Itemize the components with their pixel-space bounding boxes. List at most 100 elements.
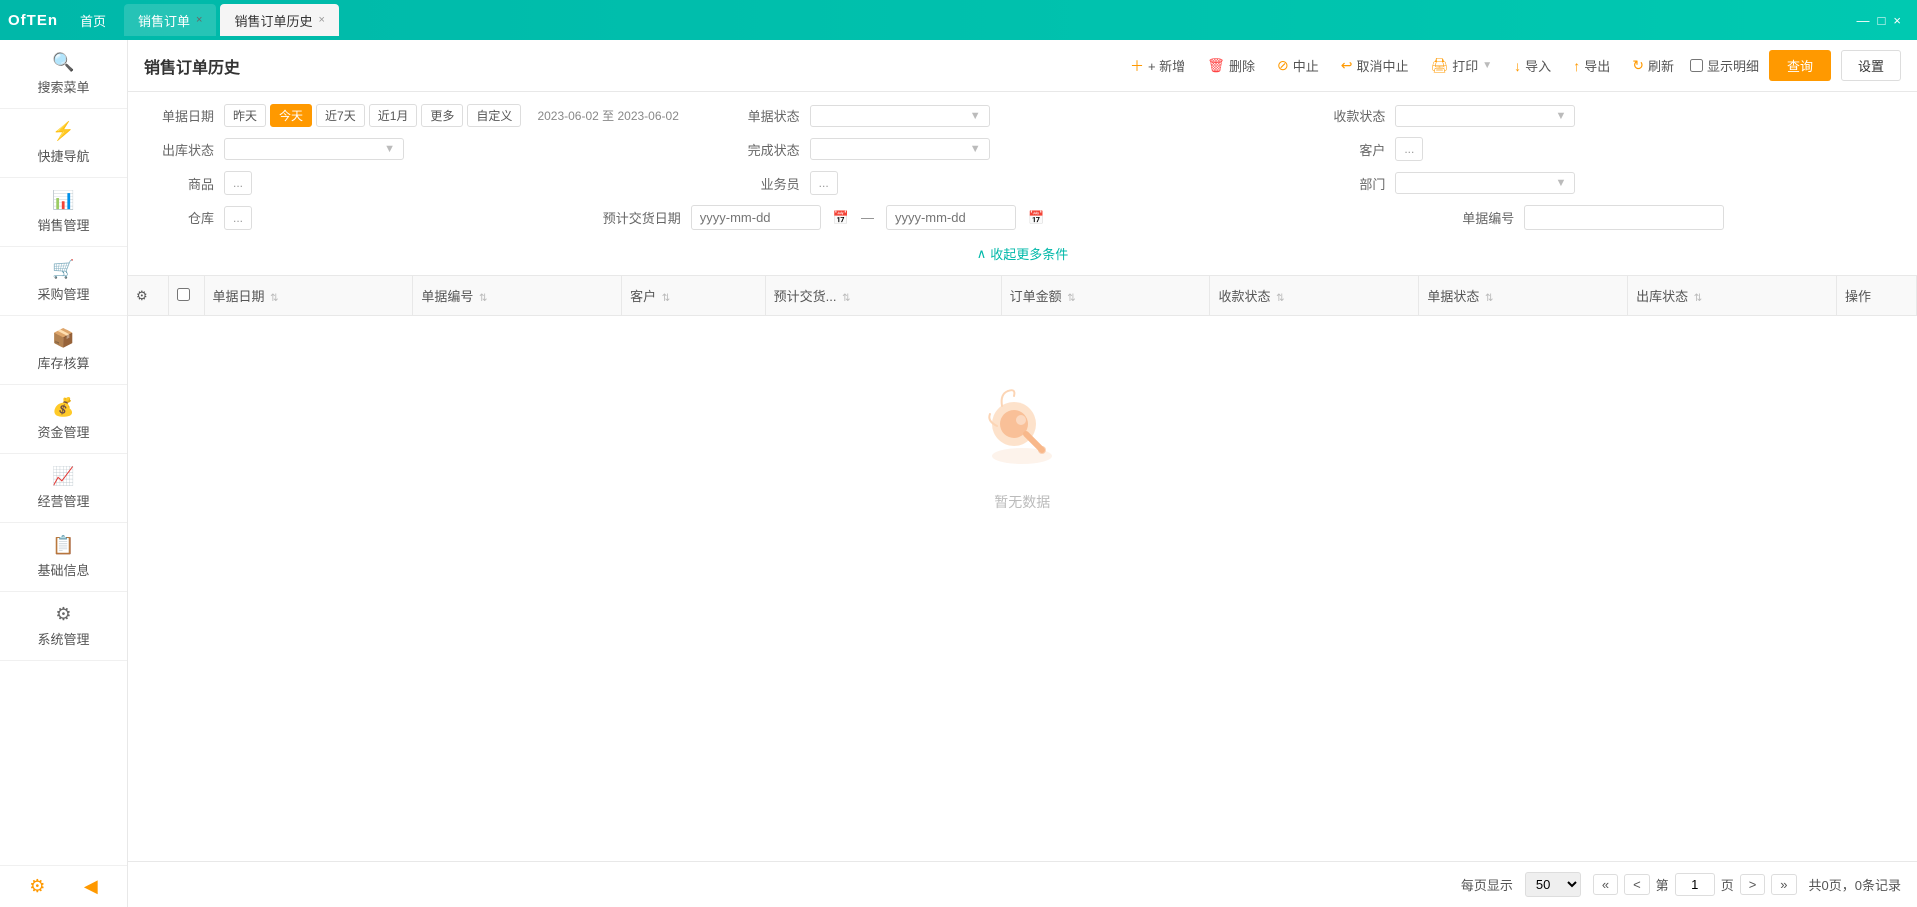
tab-sales-order-history-close[interactable]: × [318,14,324,26]
warehouse-sort-icon[interactable]: ⇅ [1694,293,1702,304]
date-yesterday[interactable]: 昨天 [224,104,266,127]
close-btn[interactable]: × [1893,13,1901,28]
delivery-date-to[interactable] [886,205,1016,230]
settings-button[interactable]: 设置 [1841,50,1901,81]
next-page-btn[interactable]: > [1740,874,1766,895]
delete-button[interactable]: 🗑 删除 [1201,52,1261,79]
delete-icon: 🗑 [1207,57,1225,74]
complete-status-label: 完成状态 [730,140,810,159]
warehouse-picker[interactable]: ... [224,206,252,230]
sidebar-item-basic-info[interactable]: 📋 基础信息 [0,523,127,592]
th-receipt-status[interactable]: 收款状态 ⇅ [1210,276,1419,316]
page-title: 销售订单历史 [144,54,240,78]
calendar-to-icon[interactable]: 📅 [1028,210,1044,226]
salesperson-picker[interactable]: ... [810,171,838,195]
sidebar-item-inventory[interactable]: 📦 库存核算 [0,316,127,385]
stop-button[interactable]: ⊘ 中止 [1271,52,1325,79]
settings-icon[interactable]: ⚙ [136,288,148,303]
tab-sales-order[interactable]: 销售订单 × [124,4,216,36]
refresh-button[interactable]: ↻ 刷新 [1626,52,1680,79]
export-button[interactable]: ↑ 导出 [1567,52,1616,79]
page-size-select[interactable]: 50 20 100 [1525,872,1581,897]
refresh-label: 刷新 [1648,56,1674,75]
status-select[interactable]: ▼ [810,105,990,127]
sidebar-purchase-label: 采购管理 [37,284,89,303]
cancel-stop-button[interactable]: ↩ 取消中止 [1335,52,1415,79]
sidebar-item-quicknav[interactable]: ⚡ 快捷导航 [0,109,127,178]
date-more[interactable]: 更多 [421,104,463,127]
th-order-num[interactable]: 单据编号 ⇅ [413,276,622,316]
display-columns-checkbox[interactable] [1690,59,1703,72]
first-page-btn[interactable]: « [1593,874,1618,895]
current-page-input[interactable] [1675,873,1715,896]
customer-picker[interactable]: ... [1395,137,1423,161]
th-order-status[interactable]: 单据状态 ⇅ [1419,276,1628,316]
receipt-status-select[interactable]: ▼ [1395,105,1575,127]
th-amount[interactable]: 订单金额 ⇅ [1001,276,1210,316]
amount-sort-icon[interactable]: ⇅ [1067,293,1075,304]
date-today[interactable]: 今天 [270,104,312,127]
th-warehouse-status[interactable]: 出库状态 ⇅ [1628,276,1837,316]
tab-sales-order-close[interactable]: × [196,14,202,26]
sidebar-finance-label: 资金管理 [37,422,89,441]
data-table: ⚙ 单据日期 ⇅ 单据编号 ⇅ [128,276,1917,572]
customer-control: ... [1395,137,1901,161]
sales-icon: 📊 [52,190,74,211]
th-settings[interactable]: ⚙ [128,276,168,316]
delivery-date-label: 预计交货日期 [601,208,691,227]
order-status-sort-icon[interactable]: ⇅ [1485,293,1493,304]
main-layout: 🔍 搜索菜单 ⚡ 快捷导航 📊 销售管理 🛒 采购管理 📦 库存核算 💰 资金管… [0,40,1917,907]
sidebar-item-operations[interactable]: 📈 经营管理 [0,454,127,523]
sidebar-item-search[interactable]: 🔍 搜索菜单 [0,40,127,109]
date-7days[interactable]: 近7天 [316,104,365,127]
import-button[interactable]: ↓ 导入 [1508,52,1557,79]
page-label-pre: 第 [1656,875,1669,894]
display-columns-check[interactable]: 显示明细 [1690,56,1759,75]
basic-info-icon: 📋 [52,535,74,556]
th-checkbox[interactable] [168,276,204,316]
query-button[interactable]: 查询 [1769,50,1831,81]
delivery-date-from[interactable] [691,205,821,230]
maximize-btn[interactable]: □ [1878,13,1886,28]
tab-home[interactable]: 首页 [66,4,120,36]
delivery-sort-icon[interactable]: ⇅ [842,293,850,304]
operations-icon: 📈 [52,466,74,487]
sidebar-item-system[interactable]: ⚙ 系统管理 [0,592,127,661]
customer-sort-icon[interactable]: ⇅ [662,293,670,304]
date-1month[interactable]: 近1月 [369,104,418,127]
sidebar: 🔍 搜索菜单 ⚡ 快捷导航 📊 销售管理 🛒 采购管理 📦 库存核算 💰 资金管… [0,40,128,907]
page-size-label: 每页显示 [1461,875,1513,894]
complete-status-select[interactable]: ▼ [810,138,990,160]
stop-label: 中止 [1293,56,1319,75]
import-label: 导入 [1525,56,1551,75]
prev-page-btn[interactable]: < [1624,874,1650,895]
th-action: 操作 [1837,276,1917,316]
th-delivery[interactable]: 预计交货... ⇅ [765,276,1001,316]
complete-status-chevron: ▼ [970,143,981,155]
date-custom[interactable]: 自定义 [467,104,521,127]
minimize-btn[interactable]: — [1857,13,1870,28]
collapse-row[interactable]: ∧ 收起更多条件 [144,240,1901,263]
sidebar-item-finance[interactable]: 💰 资金管理 [0,385,127,454]
tab-sales-order-history[interactable]: 销售订单历史 × [220,4,338,36]
inventory-icon: 📦 [52,328,74,349]
new-button[interactable]: ＋ + 新增 [1124,52,1191,80]
th-customer[interactable]: 客户 ⇅ [622,276,765,316]
finance-icon: 💰 [52,397,74,418]
calendar-from-icon[interactable]: 📅 [833,210,849,226]
th-date[interactable]: 单据日期 ⇅ [204,276,413,316]
department-select[interactable]: ▼ [1395,172,1575,194]
print-button[interactable]: 🖨 打印 ▼ [1424,52,1498,79]
sidebar-item-purchase[interactable]: 🛒 采购管理 [0,247,127,316]
receipt-sort-icon[interactable]: ⇅ [1276,293,1284,304]
date-sort-icon[interactable]: ⇅ [270,293,278,304]
warehouse-status-select[interactable]: ▼ [224,138,404,160]
sidebar-settings-icon[interactable]: ⚙ [29,876,45,897]
sidebar-item-sales[interactable]: 📊 销售管理 [0,178,127,247]
order-number-input[interactable] [1524,205,1724,230]
order-num-sort-icon[interactable]: ⇅ [479,293,487,304]
sidebar-collapse-icon[interactable]: ◀ [84,876,98,897]
product-picker[interactable]: ... [224,171,252,195]
select-all-checkbox[interactable] [177,288,190,301]
last-page-btn[interactable]: » [1771,874,1796,895]
